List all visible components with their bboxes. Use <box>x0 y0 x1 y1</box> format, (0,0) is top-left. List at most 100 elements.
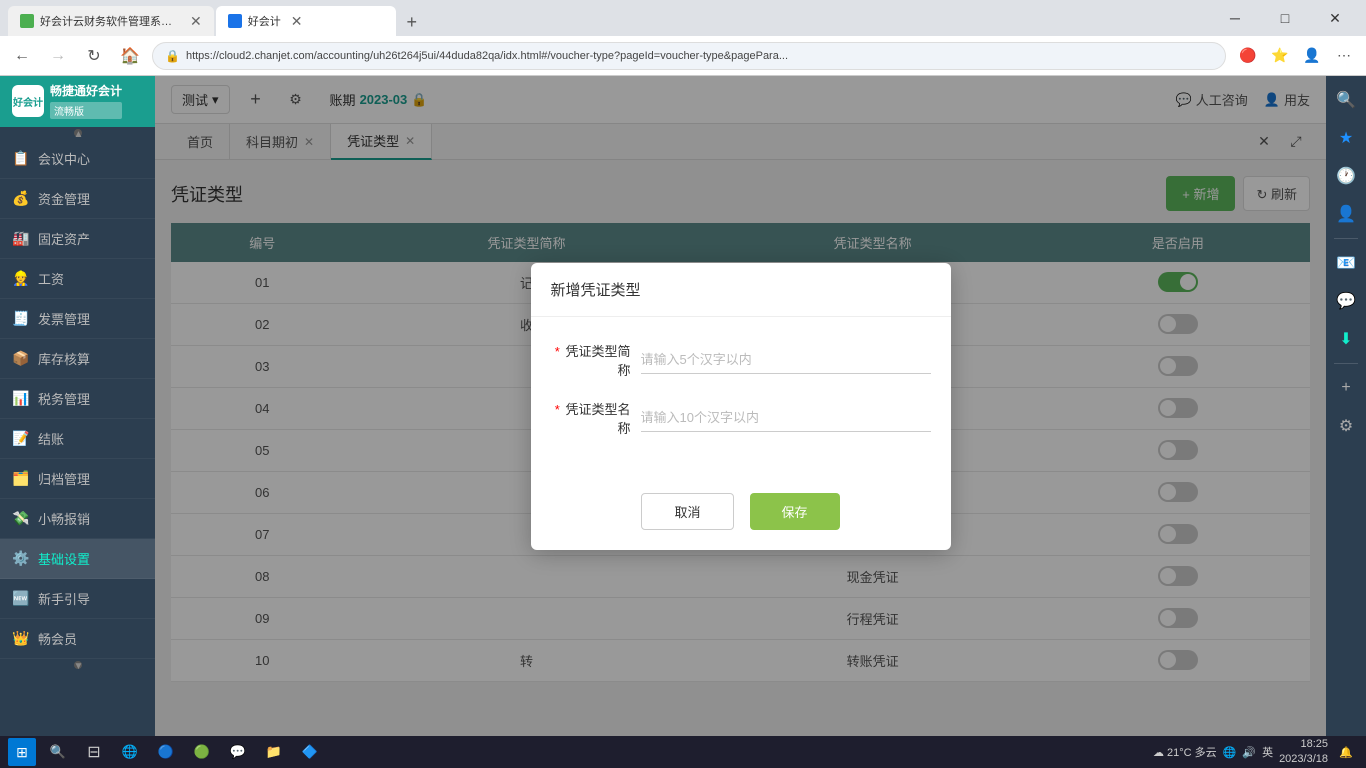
sidebar-item-tax-label: 税务管理 <box>38 389 90 408</box>
taskbar: ⊞ 🔍 ⊟ 🌐 🔵 🟢 💬 📁 🔷 ☁ 21°C 多云 🌐 🔊 英 18:25 … <box>0 736 1366 768</box>
tab2-favicon <box>228 14 242 28</box>
sidebar-item-basic-settings[interactable]: ⚙️ 基础设置 <box>0 539 155 579</box>
sidebar-item-invoice[interactable]: 🧾 发票管理 <box>0 299 155 339</box>
sidebar-item-funds-label: 资金管理 <box>38 189 90 208</box>
bookmark-button[interactable]: ⭐ <box>1266 42 1294 70</box>
form-label-name: * 凭证类型名称 <box>551 399 641 437</box>
taskbar-msedge-icon[interactable]: 🔷 <box>296 738 324 766</box>
modal-title: 新增凭证类型 <box>551 282 641 299</box>
guide-icon: 🆕 <box>12 589 30 607</box>
taskbar-search-button[interactable]: 🔍 <box>44 738 72 766</box>
new-tab-button[interactable]: + <box>398 8 426 36</box>
form-row-short: * 凭证类型简称 <box>551 341 931 379</box>
sidebar-item-archive-label: 归档管理 <box>38 469 90 488</box>
modal-dialog: 新增凭证类型 * 凭证类型简称 * 凭证类型名称 取消 <box>531 263 951 550</box>
taskbar-task-view[interactable]: ⊟ <box>80 738 108 766</box>
sidebar-scroll-up[interactable]: ▲ <box>0 127 155 139</box>
browser-tab-1[interactable]: 好会计云财务软件管理系统_会计 ✕ <box>8 6 214 36</box>
right-profile-icon[interactable]: 👤 <box>1330 198 1362 230</box>
sidebar-logo-icon: 好会计 <box>12 85 44 117</box>
taskbar-date-value: 2023/3/18 <box>1279 752 1328 767</box>
taskbar-folder-icon[interactable]: 📁 <box>260 738 288 766</box>
save-button-label: 保存 <box>782 505 808 520</box>
sidebar-logo: 好会计 畅捷通好会计 流畅版 <box>0 76 155 127</box>
form-label-name-text: 凭证类型名称 <box>565 402 630 436</box>
sidebar-item-member-label: 畅会员 <box>38 629 77 648</box>
right-download-icon[interactable]: ⬇ <box>1330 323 1362 355</box>
sidebar-item-expense-label: 小畅报销 <box>38 509 90 528</box>
reload-button[interactable]: ↻ <box>80 42 108 70</box>
right-history-icon[interactable]: 🕐 <box>1330 160 1362 192</box>
sidebar-item-expense[interactable]: 💸 小畅报销 <box>0 499 155 539</box>
basic-settings-icon: ⚙️ <box>12 549 30 567</box>
sidebar-item-funds[interactable]: 💰 资金管理 <box>0 179 155 219</box>
address-bar: ← → ↻ 🏠 🔒 https://cloud2.chanjet.com/acc… <box>0 36 1366 76</box>
input-short[interactable] <box>641 346 931 374</box>
home-button[interactable]: 🏠 <box>116 42 144 70</box>
save-button[interactable]: 保存 <box>750 493 840 530</box>
modal-overlay: 新增凭证类型 * 凭证类型简称 * 凭证类型名称 取消 <box>155 76 1326 736</box>
cancel-button[interactable]: 取消 <box>641 493 733 530</box>
right-panel: 🔍 ★ 🕐 👤 📧 💬 ⬇ + ⚙ <box>1326 76 1366 768</box>
tab2-close[interactable]: ✕ <box>291 13 303 30</box>
right-settings-icon[interactable]: ⚙ <box>1330 410 1362 442</box>
start-button[interactable]: ⊞ <box>8 738 36 766</box>
sidebar-item-inventory[interactable]: 📦 库存核算 <box>0 339 155 379</box>
back-button[interactable]: ← <box>8 42 36 70</box>
sidebar-item-dashboard[interactable]: 📋 会议中心 <box>0 139 155 179</box>
sidebar-item-salary[interactable]: 👷 工资 <box>0 259 155 299</box>
right-add-icon[interactable]: + <box>1330 372 1362 404</box>
sidebar-item-tax[interactable]: 📊 税务管理 <box>0 379 155 419</box>
taskbar-time-value: 18:25 <box>1279 737 1328 752</box>
modal-body: * 凭证类型简称 * 凭证类型名称 <box>531 317 951 481</box>
extensions-button[interactable]: 🔴 <box>1234 42 1262 70</box>
form-label-short-text: 凭证类型简称 <box>565 344 630 378</box>
right-outlook-icon[interactable]: 📧 <box>1330 247 1362 279</box>
sidebar-item-guide-label: 新手引导 <box>38 589 90 608</box>
dashboard-icon: 📋 <box>12 149 30 167</box>
sidebar-item-member[interactable]: 👑 畅会员 <box>0 619 155 659</box>
taskbar-edge-icon[interactable]: 🌐 <box>116 738 144 766</box>
right-star-icon[interactable]: ★ <box>1330 122 1362 154</box>
settlement-icon: 📝 <box>12 429 30 447</box>
taskbar-right: ☁ 21°C 多云 🌐 🔊 英 18:25 2023/3/18 🔔 <box>1153 737 1358 768</box>
sidebar-item-guide[interactable]: 🆕 新手引导 <box>0 579 155 619</box>
input-name[interactable] <box>641 404 931 432</box>
taskbar-file-icon[interactable]: 🟢 <box>188 738 216 766</box>
close-button[interactable]: ✕ <box>1312 2 1358 34</box>
taskbar-chrome-icon[interactable]: 🔵 <box>152 738 180 766</box>
taskbar-datetime: 18:25 2023/3/18 <box>1279 737 1328 768</box>
sidebar-scroll-down[interactable]: ▼ <box>0 659 155 671</box>
address-input[interactable]: 🔒 https://cloud2.chanjet.com/accounting/… <box>152 42 1226 70</box>
taskbar-notification-button[interactable]: 🔔 <box>1334 740 1358 764</box>
menu-button[interactable]: ⋯ <box>1330 42 1358 70</box>
taskbar-lang: 英 <box>1262 744 1273 760</box>
browser-tools: 🔴 ⭐ 👤 ⋯ <box>1234 42 1358 70</box>
tab1-close[interactable]: ✕ <box>190 13 202 30</box>
browser-chrome: 好会计云财务软件管理系统_会计 ✕ 好会计 ✕ + ─ □ ✕ <box>0 0 1366 36</box>
sidebar-item-fixed-assets[interactable]: 🏭 固定资产 <box>0 219 155 259</box>
inventory-icon: 📦 <box>12 349 30 367</box>
salary-icon: 👷 <box>12 269 30 287</box>
right-panel-sep1 <box>1334 238 1358 239</box>
sidebar-item-inventory-label: 库存核算 <box>38 349 90 368</box>
forward-button[interactable]: → <box>44 42 72 70</box>
tab1-favicon <box>20 14 34 28</box>
tab2-title: 好会计 <box>248 13 281 29</box>
minimize-button[interactable]: ─ <box>1212 2 1258 34</box>
right-search-icon[interactable]: 🔍 <box>1330 84 1362 116</box>
browser-tab-strip: 好会计云财务软件管理系统_会计 ✕ 好会计 ✕ + <box>8 0 1204 36</box>
sidebar-item-settlement[interactable]: 📝 结账 <box>0 419 155 459</box>
form-row-name: * 凭证类型名称 <box>551 399 931 437</box>
sidebar-item-archive[interactable]: 🗂️ 归档管理 <box>0 459 155 499</box>
profile-button[interactable]: 👤 <box>1298 42 1326 70</box>
taskbar-weather: ☁ 21°C 多云 <box>1153 744 1217 760</box>
sidebar-logo-badge: 流畅版 <box>50 102 122 119</box>
taskbar-wechat-icon[interactable]: 💬 <box>224 738 252 766</box>
sidebar-item-salary-label: 工资 <box>38 269 64 288</box>
member-icon: 👑 <box>12 629 30 647</box>
browser-tab-2[interactable]: 好会计 ✕ <box>216 6 396 36</box>
maximize-button[interactable]: □ <box>1262 2 1308 34</box>
right-message-icon[interactable]: 💬 <box>1330 285 1362 317</box>
window-controls: ─ □ ✕ <box>1212 2 1358 34</box>
